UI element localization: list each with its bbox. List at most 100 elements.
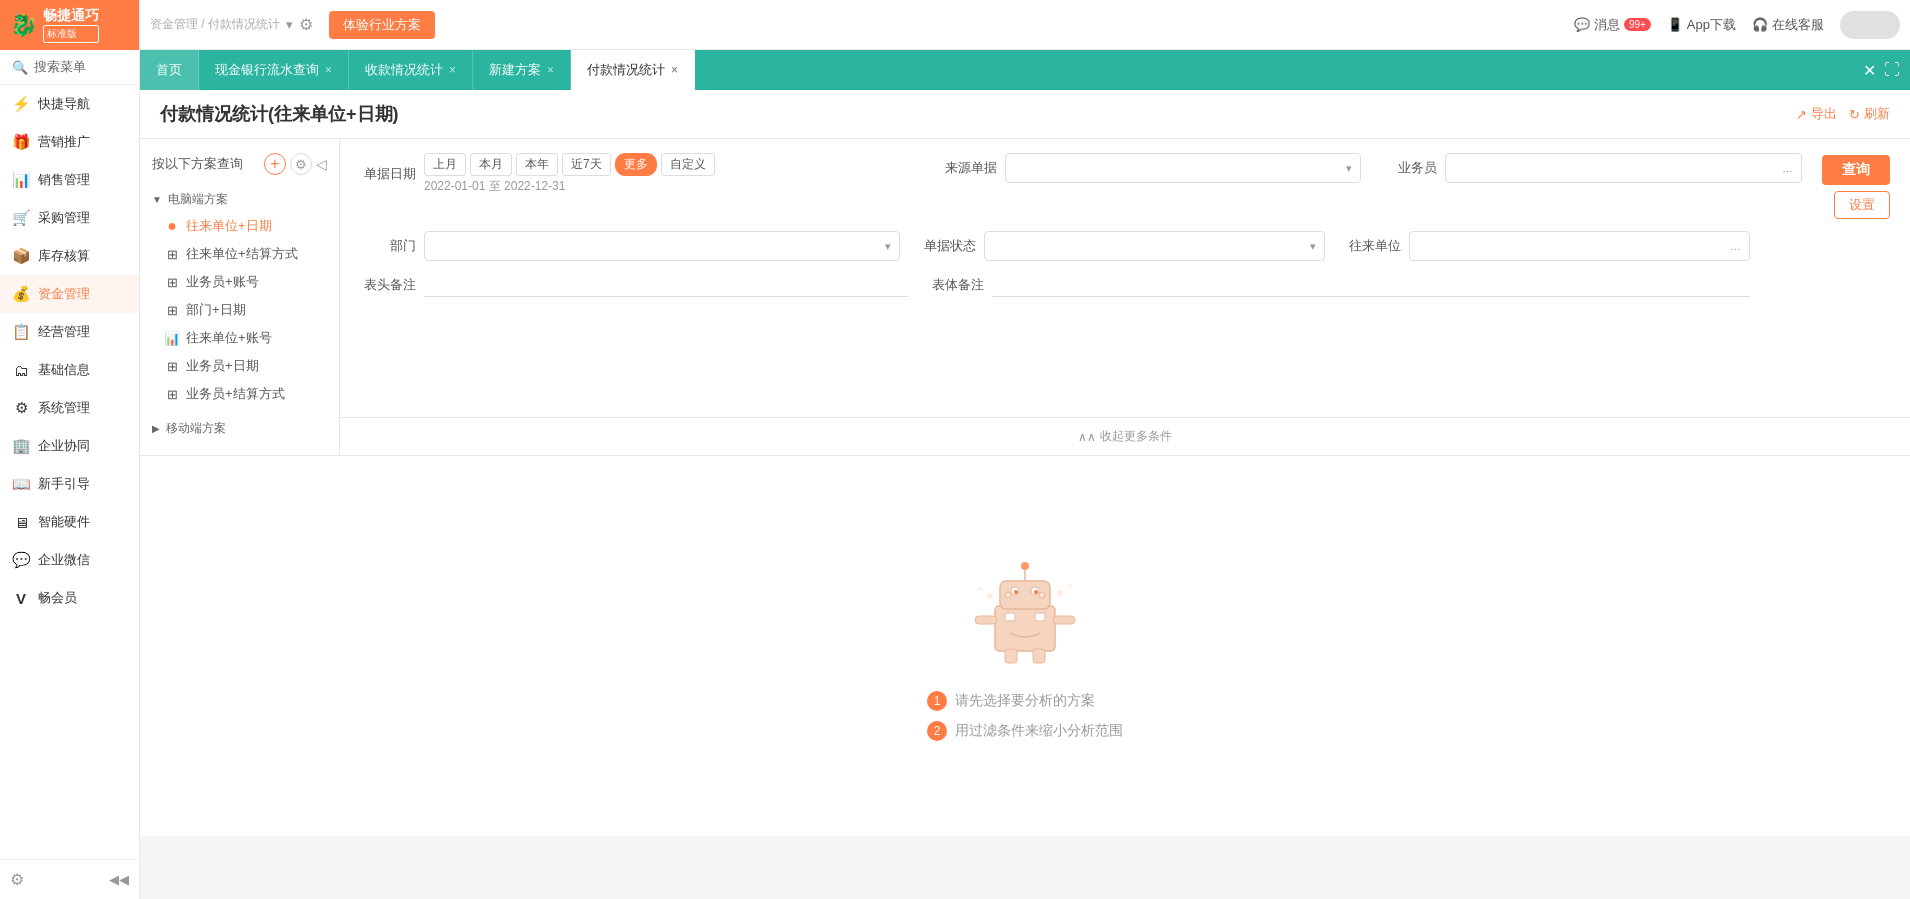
tab-close-all-icon[interactable]: ✕ <box>1863 61 1876 80</box>
date-btn-last-month[interactable]: 上月 <box>424 153 466 176</box>
scheme-panel-actions: + ⚙ ◁ <box>264 153 327 175</box>
nav-gear-icon[interactable]: ⚙ <box>299 15 313 34</box>
sidebar-item-quick-nav[interactable]: ⚡ 快捷导航 <box>0 85 139 123</box>
main-content: 资金管理 / 付款情况统计 ▾ ⚙ 体验行业方案 💬 消息 99+ 📱 App下… <box>140 0 1910 899</box>
scheme-item-staff-date[interactable]: ⊞ 业务员+日期 <box>140 352 339 380</box>
tab-receipt[interactable]: 收款情况统计 × <box>349 50 473 90</box>
sidebar-item-guide[interactable]: 📖 新手引导 <box>0 465 139 503</box>
header-note-input[interactable] <box>424 273 908 297</box>
partner-select[interactable]: … <box>1409 231 1750 261</box>
tab-home[interactable]: 首页 <box>140 50 199 90</box>
footer-settings-icon[interactable]: ⚙ <box>10 870 24 889</box>
partner-dropdown-icon: … <box>1730 240 1741 252</box>
sidebar-item-sales[interactable]: 📊 销售管理 <box>0 161 139 199</box>
receipt-tab-close[interactable]: × <box>449 63 456 77</box>
sidebar-item-label: 采购管理 <box>38 209 90 227</box>
scheme-group-mobile-header[interactable]: ▶ 移动端方案 <box>140 416 339 441</box>
refresh-btn[interactable]: ↻ 刷新 <box>1849 105 1890 123</box>
collapse-arrow-icon: ∧∧ <box>1078 430 1096 444</box>
body-note-label: 表体备注 <box>928 276 984 294</box>
sidebar-item-member[interactable]: V 畅会员 <box>0 579 139 617</box>
filter-row-3: 表头备注 表体备注 <box>360 273 1890 297</box>
staff-select[interactable]: … <box>1445 153 1802 183</box>
tab-new[interactable]: 新建方案 × <box>473 50 571 90</box>
doc-status-select[interactable]: ▾ <box>984 231 1325 261</box>
desktop-group-arrow: ▼ <box>152 194 162 205</box>
source-dropdown-icon: ▾ <box>1346 162 1352 175</box>
query-btn[interactable]: 查询 <box>1822 155 1890 185</box>
message-action[interactable]: 💬 消息 99+ <box>1574 16 1651 34</box>
unit-settle-icon: ⊞ <box>164 246 180 262</box>
search-menu[interactable]: 🔍 搜索菜单 <box>0 50 139 85</box>
scheme-settings-btn[interactable]: ⚙ <box>290 153 312 175</box>
staff-settle-label: 业务员+结算方式 <box>186 385 285 403</box>
collapse-more-btn[interactable]: ∧∧ 收起更多条件 <box>1062 424 1188 449</box>
sidebar-item-marketing[interactable]: 🎁 营销推广 <box>0 123 139 161</box>
collapse-bar: ∧∧ 收起更多条件 <box>340 417 1910 455</box>
scheme-item-staff-account[interactable]: ⊞ 业务员+账号 <box>140 268 339 296</box>
desktop-group-label: 电脑端方案 <box>168 191 228 208</box>
scheme-collapse-btn[interactable]: ◁ <box>316 156 327 172</box>
sidebar-item-purchase[interactable]: 🛒 采购管理 <box>0 199 139 237</box>
sidebar-item-wechat[interactable]: 💬 企业微信 <box>0 541 139 579</box>
bank-tab-close[interactable]: × <box>325 63 332 77</box>
sidebar-item-inventory[interactable]: 📦 库存核算 <box>0 237 139 275</box>
dept-select[interactable]: ▾ <box>424 231 900 261</box>
date-btn-this-year[interactable]: 本年 <box>516 153 558 176</box>
hint-num-2: 2 <box>927 721 947 741</box>
sidebar-item-enterprise[interactable]: 🏢 企业协同 <box>0 427 139 465</box>
svg-point-15 <box>1034 590 1038 594</box>
tab-bank[interactable]: 现金银行流水查询 × <box>199 50 349 90</box>
date-btn-this-month[interactable]: 本月 <box>470 153 512 176</box>
sidebar-item-label: 智能硬件 <box>38 513 90 531</box>
payment-tab-close[interactable]: × <box>671 63 678 77</box>
staff-date-label: 业务员+日期 <box>186 357 259 375</box>
user-avatar[interactable] <box>1840 11 1900 39</box>
scheme-item-unit-account[interactable]: 📊 往来单位+账号 <box>140 324 339 352</box>
date-btn-custom[interactable]: 自定义 <box>661 153 715 176</box>
scheme-item-unit-date[interactable]: ● 往来单位+日期 <box>140 212 339 240</box>
app-label: App下载 <box>1687 16 1736 34</box>
inventory-icon: 📦 <box>12 247 30 265</box>
footer-collapse-icon[interactable]: ◀◀ <box>109 872 129 887</box>
sidebar-item-funds[interactable]: 💰 资金管理 <box>0 275 139 313</box>
try-industry-btn[interactable]: 体验行业方案 <box>329 11 435 39</box>
online-service-action[interactable]: 🎧 在线客服 <box>1752 16 1824 34</box>
scheme-item-staff-settle[interactable]: ⊞ 业务员+结算方式 <box>140 380 339 408</box>
sidebar-item-operation[interactable]: 📋 经营管理 <box>0 313 139 351</box>
breadcrumb: 资金管理 / 付款情况统计 <box>150 16 280 33</box>
bank-tab-label: 现金银行流水查询 <box>215 61 319 79</box>
date-btn-more[interactable]: 更多 <box>615 153 657 176</box>
body-note-input[interactable] <box>992 273 1750 297</box>
filter-actions: 查询 设置 <box>1822 153 1890 219</box>
date-label: 单据日期 <box>360 165 416 183</box>
scheme-group-desktop-header[interactable]: ▼ 电脑端方案 <box>140 187 339 212</box>
export-btn[interactable]: ↗ 导出 <box>1796 105 1837 123</box>
new-tab-close[interactable]: × <box>547 63 554 77</box>
scheme-item-dept-date[interactable]: ⊞ 部门+日期 <box>140 296 339 324</box>
funds-icon: 💰 <box>12 285 30 303</box>
nav-dropdown-icon[interactable]: ▾ <box>286 17 293 32</box>
tab-expand-icon[interactable]: ⛶ <box>1884 61 1900 79</box>
scheme-panel: 按以下方案查询 + ⚙ ◁ ▼ 电脑端方案 <box>140 139 340 455</box>
service-icon: 🎧 <box>1752 17 1768 32</box>
sidebar-item-label: 企业协同 <box>38 437 90 455</box>
scheme-item-unit-settle[interactable]: ⊞ 往来单位+结算方式 <box>140 240 339 268</box>
sidebar-item-hardware[interactable]: 🖥 智能硬件 <box>0 503 139 541</box>
app-download-action[interactable]: 📱 App下载 <box>1667 16 1736 34</box>
date-btn-7days[interactable]: 近7天 <box>562 153 611 176</box>
svg-point-11 <box>1039 592 1045 598</box>
scheme-add-btn[interactable]: + <box>264 153 286 175</box>
page-header: 付款情况统计(往来单位+日期) ↗ 导出 ↻ 刷新 <box>140 90 1910 139</box>
empty-hints: 1 请先选择要分析的方案 2 用过滤条件来缩小分析范围 <box>927 691 1123 741</box>
tab-payment[interactable]: 付款情况统计 × <box>571 50 695 90</box>
source-select[interactable]: ▾ <box>1005 153 1362 183</box>
marketing-icon: 🎁 <box>12 133 30 151</box>
svg-point-18 <box>1057 590 1063 596</box>
filter-settings-btn[interactable]: 设置 <box>1834 191 1890 219</box>
member-icon: V <box>12 589 30 607</box>
message-icon: 💬 <box>1574 17 1590 32</box>
sidebar-item-label: 库存核算 <box>38 247 90 265</box>
sidebar-item-basic[interactable]: 🗂 基础信息 <box>0 351 139 389</box>
sidebar-item-system[interactable]: ⚙ 系统管理 <box>0 389 139 427</box>
